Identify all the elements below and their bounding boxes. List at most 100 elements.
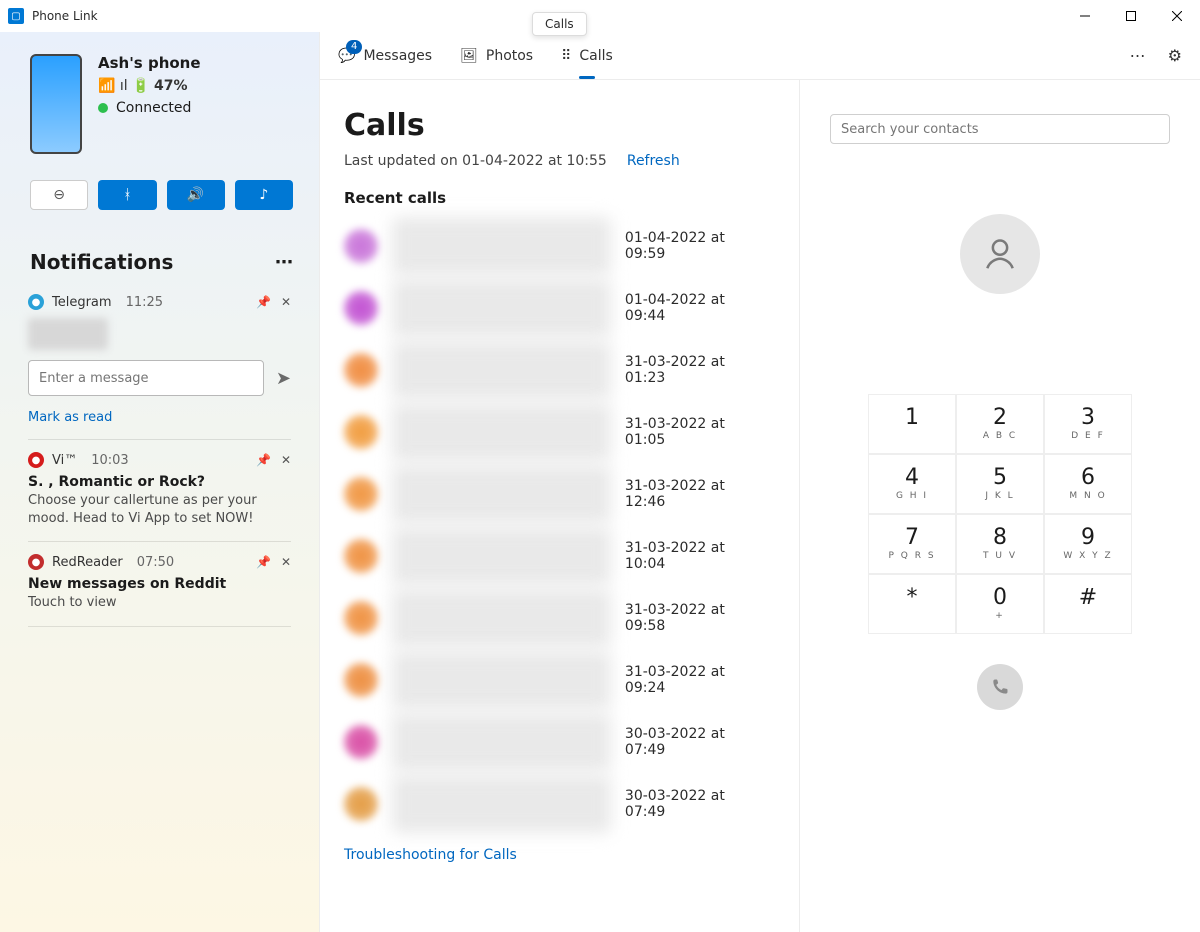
contact-avatar-icon [344, 415, 378, 449]
recent-call-row[interactable]: 31-03-2022 at 01:05 [344, 401, 775, 463]
recent-call-row[interactable]: 31-03-2022 at 09:58 [344, 587, 775, 649]
recent-call-row[interactable]: 31-03-2022 at 10:04 [344, 525, 775, 587]
gear-icon[interactable]: ⚙ [1168, 46, 1182, 65]
recent-call-row[interactable]: 31-03-2022 at 09:24 [344, 649, 775, 711]
send-icon[interactable]: ➤ [276, 368, 291, 389]
recent-call-row[interactable]: 31-03-2022 at 12:46 [344, 463, 775, 525]
dialpad-key-7[interactable]: 7P Q R S [869, 515, 955, 573]
key-digit: 5 [993, 467, 1007, 489]
recent-call-row[interactable]: 30-03-2022 at 07:49 [344, 773, 775, 835]
tabs: 💬 4 Messages 🖼 Photos ⠿ Calls ⋯ ⚙ [320, 32, 1200, 80]
dialpad-key-1[interactable]: 1 [869, 395, 955, 453]
pin-icon[interactable]: 📌 [256, 295, 271, 309]
dialpad-icon: ⠿ [561, 48, 571, 64]
key-digit: * [907, 587, 918, 609]
notification-title: S. , Romantic or Rock? [28, 474, 291, 490]
call-timestamp: 31-03-2022 at 01:05 [625, 416, 775, 448]
key-letters: W X Y Z [1063, 551, 1112, 561]
call-timestamp: 30-03-2022 at 07:49 [625, 788, 775, 820]
tab-messages[interactable]: 💬 4 Messages [338, 44, 432, 68]
call-timestamp: 31-03-2022 at 09:58 [625, 602, 775, 634]
calls-tooltip-chip: Calls [532, 12, 587, 36]
redacted-contact [392, 341, 611, 399]
recent-call-row[interactable]: 30-03-2022 at 07:49 [344, 711, 775, 773]
notification-app: RedReader [52, 555, 123, 570]
mark-as-read-link[interactable]: Mark as read [28, 410, 291, 425]
pin-icon[interactable]: 📌 [256, 453, 271, 467]
call-timestamp: 01-04-2022 at 09:59 [625, 230, 775, 262]
tab-calls-label: Calls [579, 48, 612, 64]
key-letters: + [995, 611, 1005, 621]
key-letters: M N O [1069, 491, 1106, 501]
dialpad-key-0[interactable]: 0+ [957, 575, 1043, 633]
redacted-contact [392, 279, 611, 337]
more-icon[interactable]: ⋯ [275, 252, 293, 273]
key-digit: # [1079, 587, 1097, 609]
refresh-link[interactable]: Refresh [627, 153, 680, 169]
wifi-icon: 📶 [98, 78, 115, 94]
phone-thumbnail[interactable] [30, 54, 82, 154]
notification-app: Vi™ [52, 453, 77, 468]
troubleshoot-link[interactable]: Troubleshooting for Calls [344, 847, 775, 863]
recent-call-row[interactable]: 01-04-2022 at 09:59 [344, 215, 775, 277]
status-dot-icon [98, 103, 108, 113]
messages-badge: 4 [346, 40, 362, 54]
phone-icon [990, 677, 1010, 697]
volume-icon: 🔊 [187, 187, 204, 203]
music-icon: ♪ [259, 187, 268, 203]
contact-avatar-icon [344, 787, 378, 821]
reply-input[interactable] [28, 360, 264, 396]
dialpad: 12A B C3D E F4G H I5J K L6M N O7P Q R S8… [868, 394, 1132, 634]
redacted-contact [392, 527, 611, 585]
key-letters: A B C [983, 431, 1017, 441]
notification-time: 07:50 [137, 555, 174, 570]
dialpad-key-9[interactable]: 9W X Y Z [1045, 515, 1131, 573]
notifications-list: ● Telegram 11:25 📌 ✕ ➤ Mark as read ● Vi… [0, 282, 319, 627]
music-button[interactable]: ♪ [235, 180, 293, 210]
tab-photos[interactable]: 🖼 Photos [460, 44, 533, 68]
notification-item[interactable]: ● RedReader 07:50 📌 ✕ New messages on Re… [28, 542, 291, 627]
close-icon[interactable]: ✕ [281, 453, 291, 467]
tab-calls[interactable]: ⠿ Calls [561, 44, 613, 68]
call-timestamp: 01-04-2022 at 09:44 [625, 292, 775, 324]
key-digit: 8 [993, 527, 1007, 549]
key-letters: G H I [896, 491, 928, 501]
contact-avatar-icon [344, 353, 378, 387]
recent-call-row[interactable]: 31-03-2022 at 01:23 [344, 339, 775, 401]
redacted-preview [28, 318, 108, 350]
call-timestamp: 30-03-2022 at 07:49 [625, 726, 775, 758]
dialpad-key-3[interactable]: 3D E F [1045, 395, 1131, 453]
notification-app: Telegram [52, 295, 112, 310]
signal-icon: ıl [120, 78, 128, 94]
call-timestamp: 31-03-2022 at 01:23 [625, 354, 775, 386]
key-digit: 7 [905, 527, 919, 549]
dialpad-key-8[interactable]: 8T U V [957, 515, 1043, 573]
search-contacts-input[interactable] [830, 114, 1170, 144]
bluetooth-button[interactable]: ᚼ [98, 180, 156, 210]
dialpad-key-4[interactable]: 4G H I [869, 455, 955, 513]
maximize-button[interactable] [1108, 0, 1154, 32]
pin-icon[interactable]: 📌 [256, 555, 271, 569]
dnd-button[interactable]: ⊖ [30, 180, 88, 210]
close-icon[interactable]: ✕ [281, 295, 291, 309]
key-letters: D E F [1071, 431, 1105, 441]
more-icon[interactable]: ⋯ [1130, 46, 1146, 65]
dialpad-key-#[interactable]: # [1045, 575, 1131, 633]
call-button[interactable] [977, 664, 1023, 710]
recent-call-row[interactable]: 01-04-2022 at 09:44 [344, 277, 775, 339]
key-letters: J K L [985, 491, 1014, 501]
minimize-button[interactable] [1062, 0, 1108, 32]
dialpad-key-6[interactable]: 6M N O [1045, 455, 1131, 513]
dialpad-key-*[interactable]: * [869, 575, 955, 633]
dialpad-key-2[interactable]: 2A B C [957, 395, 1043, 453]
close-icon[interactable]: ✕ [281, 555, 291, 569]
notification-item[interactable]: ● Telegram 11:25 📌 ✕ ➤ Mark as read [28, 282, 291, 440]
close-button[interactable] [1154, 0, 1200, 32]
redacted-contact [392, 217, 611, 275]
volume-button[interactable]: 🔊 [167, 180, 225, 210]
app-icon: ▢ [8, 8, 24, 24]
contact-avatar-icon [344, 601, 378, 635]
notification-item[interactable]: ● Vi™ 10:03 📌 ✕ S. , Romantic or Rock?Ch… [28, 440, 291, 542]
dialer-column: 12A B C3D E F4G H I5J K L6M N O7P Q R S8… [800, 80, 1200, 932]
dialpad-key-5[interactable]: 5 J K L [957, 455, 1043, 513]
